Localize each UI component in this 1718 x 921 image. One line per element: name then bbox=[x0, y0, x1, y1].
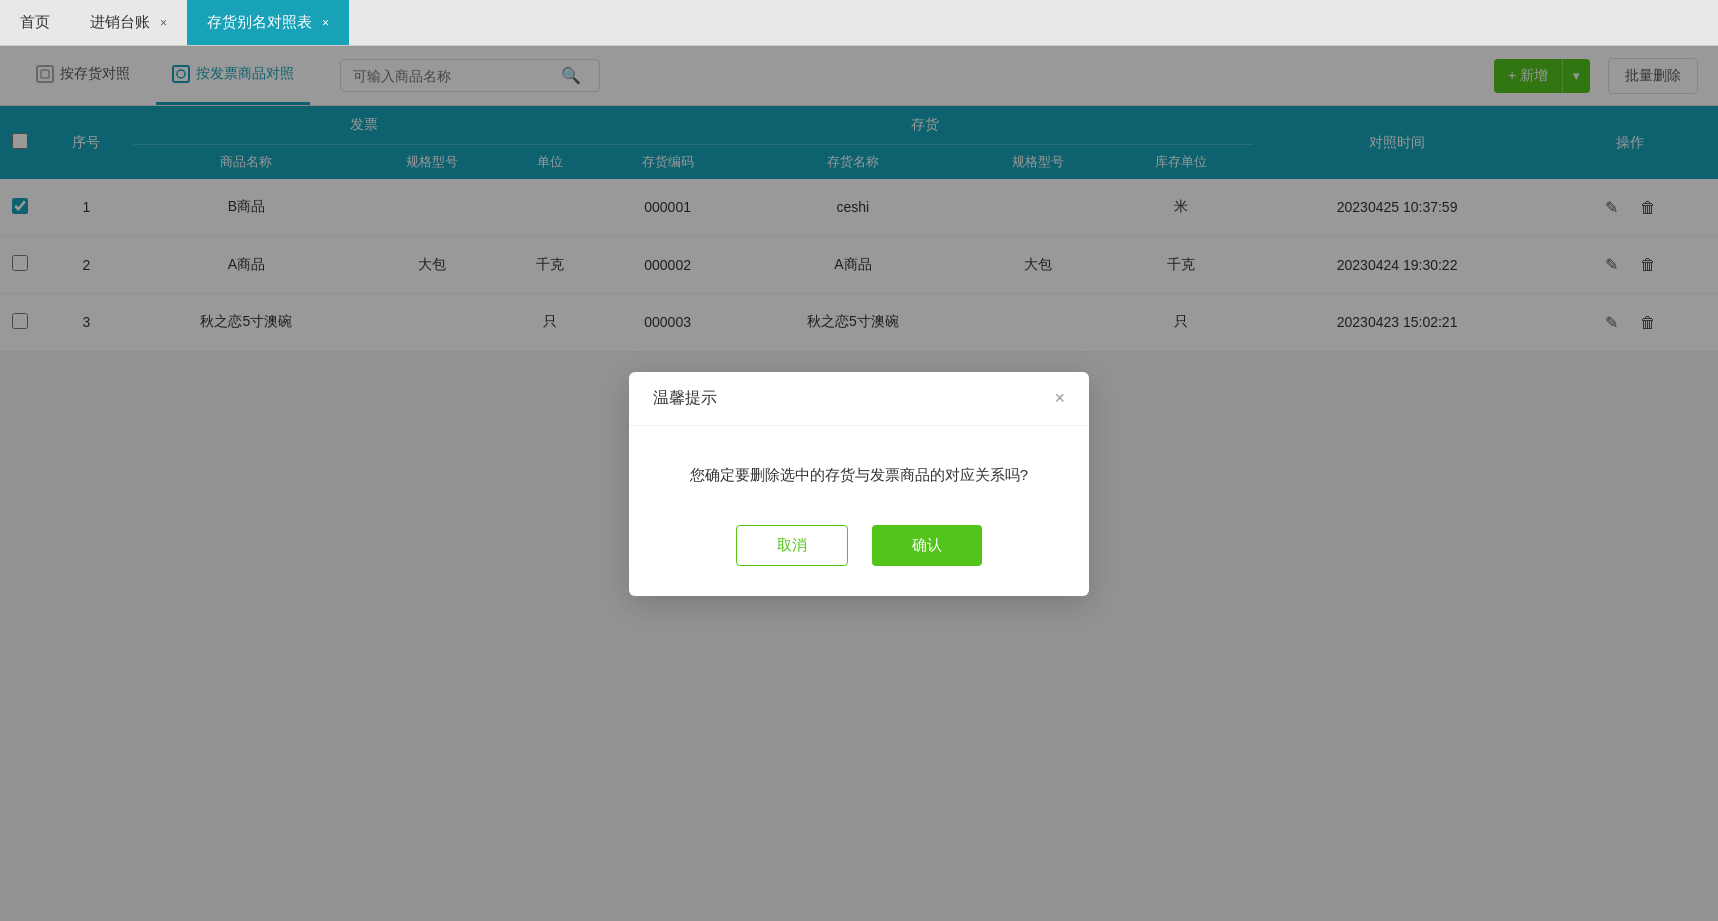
tab-home-label: 首页 bbox=[20, 13, 50, 32]
tab-ledger-label: 进销台账 bbox=[90, 13, 150, 32]
tab-inventory-alias-label: 存货别名对照表 bbox=[207, 13, 312, 32]
tab-home[interactable]: 首页 bbox=[0, 0, 70, 45]
tab-inventory-alias[interactable]: 存货别名对照表 × bbox=[187, 0, 349, 45]
tab-bar: 首页 进销台账 × 存货别名对照表 × bbox=[0, 0, 1718, 46]
confirm-modal: 温馨提示 × 您确定要删除选中的存货与发票商品的对应关系吗? 取消 确认 bbox=[629, 372, 1089, 596]
modal-footer: 取消 确认 bbox=[629, 515, 1089, 596]
modal-body: 您确定要删除选中的存货与发票商品的对应关系吗? bbox=[629, 426, 1089, 515]
modal-message: 您确定要删除选中的存货与发票商品的对应关系吗? bbox=[690, 466, 1028, 483]
modal-close-button[interactable]: × bbox=[1054, 389, 1065, 407]
content-area: 按存货对照 按发票商品对照 🔍 + 新增 ▾ 批量删除 bbox=[0, 46, 1718, 921]
modal-overlay: 温馨提示 × 您确定要删除选中的存货与发票商品的对应关系吗? 取消 确认 bbox=[0, 46, 1718, 921]
confirm-button[interactable]: 确认 bbox=[872, 525, 982, 566]
cancel-button[interactable]: 取消 bbox=[736, 525, 848, 566]
tab-ledger[interactable]: 进销台账 × bbox=[70, 0, 187, 45]
modal-header: 温馨提示 × bbox=[629, 372, 1089, 426]
tab-ledger-close[interactable]: × bbox=[160, 16, 167, 30]
modal-title: 温馨提示 bbox=[653, 388, 717, 409]
tab-inventory-alias-close[interactable]: × bbox=[322, 16, 329, 30]
